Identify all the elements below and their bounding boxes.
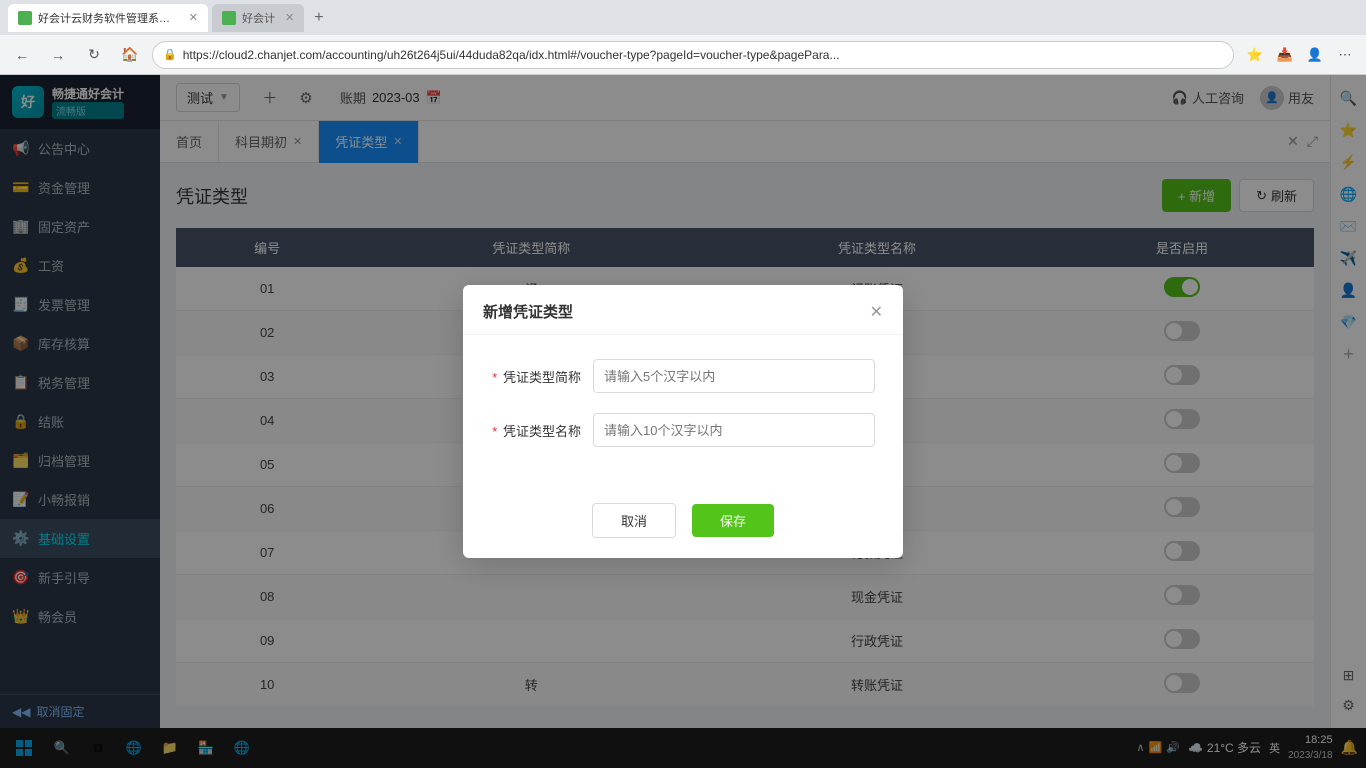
address-lock-icon: 🔒	[163, 48, 177, 61]
bookmark-btn[interactable]: 📥	[1272, 42, 1298, 68]
address-bar[interactable]: 🔒 https://cloud2.chanjet.com/accounting/…	[152, 41, 1234, 69]
add-voucher-type-modal: 新增凭证类型 ✕ * 凭证类型简称 * 凭证类型名称 取消 保存	[463, 285, 903, 558]
address-url-text: https://cloud2.chanjet.com/accounting/uh…	[183, 48, 1223, 62]
abbr-required-mark: *	[492, 370, 497, 385]
name-input[interactable]	[593, 413, 875, 447]
tab-close-1[interactable]: ✕	[189, 11, 198, 24]
abbr-input[interactable]	[593, 359, 875, 393]
modal-title: 新增凭证类型	[483, 301, 573, 322]
tab-label-2: 好会计	[242, 10, 275, 26]
cancel-button[interactable]: 取消	[592, 503, 676, 538]
name-required-mark: *	[492, 424, 497, 439]
browser-chrome: 好会计云财务软件管理系统_会计 ✕ 好会计 ✕ + ← → ↻ 🏠 🔒 http…	[0, 0, 1366, 75]
extensions-btn[interactable]: ⭐	[1242, 42, 1268, 68]
tab-favicon-1	[18, 11, 32, 25]
name-label-text: 凭证类型名称	[503, 424, 581, 439]
browser-tab-2[interactable]: 好会计 ✕	[212, 4, 304, 32]
new-tab-button[interactable]: +	[308, 9, 329, 27]
browser-actions: ⭐ 📥 👤 ⋯	[1242, 42, 1358, 68]
menu-btn[interactable]: ⋯	[1332, 42, 1358, 68]
modal-body: * 凭证类型简称 * 凭证类型名称	[463, 335, 903, 491]
nav-back-button[interactable]: ←	[8, 41, 36, 69]
nav-forward-button[interactable]: →	[44, 41, 72, 69]
nav-refresh-button[interactable]: ↻	[80, 41, 108, 69]
name-label: * 凭证类型名称	[491, 421, 581, 440]
tab-label-1: 好会计云财务软件管理系统_会计	[38, 10, 179, 26]
tab-favicon-2	[222, 11, 236, 25]
browser-addressbar: ← → ↻ 🏠 🔒 https://cloud2.chanjet.com/acc…	[0, 35, 1366, 75]
form-row-name: * 凭证类型名称	[491, 413, 875, 447]
tab-close-2[interactable]: ✕	[285, 11, 294, 24]
modal-footer: 取消 保存	[463, 491, 903, 558]
modal-overlay: 新增凭证类型 ✕ * 凭证类型简称 * 凭证类型名称 取消 保存	[0, 75, 1366, 768]
profile-btn[interactable]: 👤	[1302, 42, 1328, 68]
save-button[interactable]: 保存	[692, 504, 774, 537]
modal-close-button[interactable]: ✕	[870, 302, 883, 322]
abbr-label-text: 凭证类型简称	[503, 370, 581, 385]
form-row-abbr: * 凭证类型简称	[491, 359, 875, 393]
abbr-label: * 凭证类型简称	[491, 367, 581, 386]
browser-tabs: 好会计云财务软件管理系统_会计 ✕ 好会计 ✕ +	[0, 0, 1366, 35]
nav-home-button[interactable]: 🏠	[116, 41, 144, 69]
browser-tab-1[interactable]: 好会计云财务软件管理系统_会计 ✕	[8, 4, 208, 32]
modal-header: 新增凭证类型 ✕	[463, 285, 903, 335]
